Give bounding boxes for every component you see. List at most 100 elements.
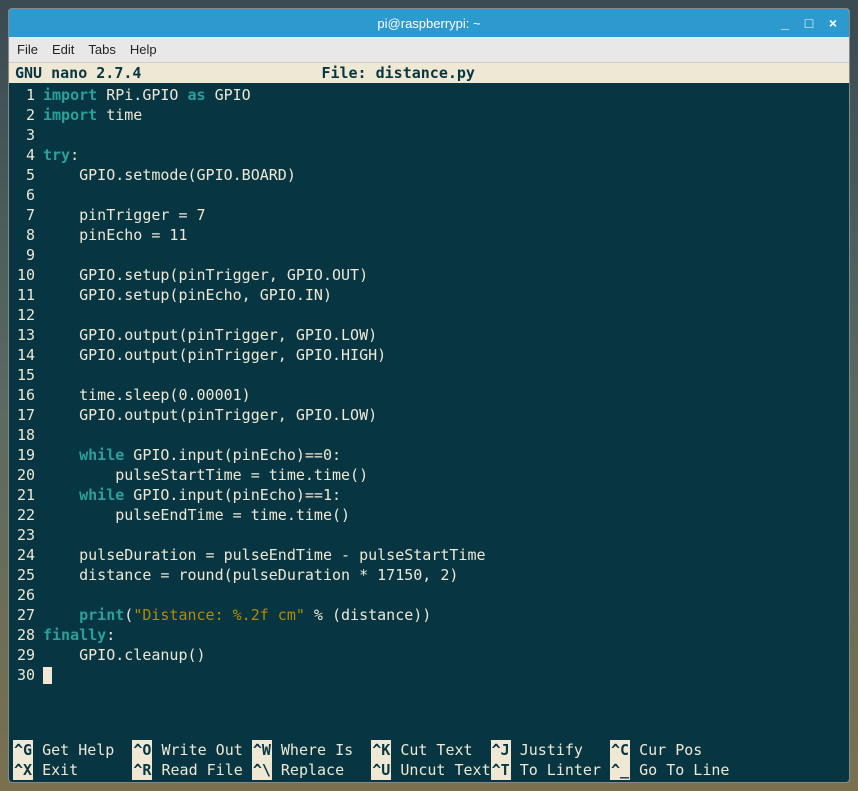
shortcut-label-exit: Exit <box>33 760 132 780</box>
shortcut-key-read-file[interactable]: ^R <box>132 760 152 780</box>
line-number: 10 <box>9 265 39 285</box>
close-button[interactable]: × <box>821 9 845 37</box>
line-number: 28 <box>9 625 39 645</box>
line-number: 14 <box>9 345 39 365</box>
code-line[interactable] <box>39 365 849 385</box>
line-number: 21 <box>9 485 39 505</box>
shortcut-key-linter[interactable]: ^T <box>491 760 511 780</box>
shortcut-key-cur-pos[interactable]: ^C <box>610 740 630 760</box>
window-controls: _ □ × <box>773 9 845 37</box>
line-number: 30 <box>9 665 39 685</box>
code-line[interactable]: while GPIO.input(pinEcho)==0: <box>39 445 849 465</box>
shortcut-label-justify: Justify <box>511 740 610 760</box>
code-line[interactable]: pinEcho = 11 <box>39 225 849 245</box>
menu-help[interactable]: Help <box>130 42 157 57</box>
code-line[interactable]: distance = round(pulseDuration * 17150, … <box>39 565 849 585</box>
code-line[interactable] <box>39 125 849 145</box>
line-number: 16 <box>9 385 39 405</box>
shortcut-key-cut[interactable]: ^K <box>371 740 391 760</box>
window-title: pi@raspberrypi: ~ <box>377 16 480 31</box>
line-number: 11 <box>9 285 39 305</box>
menu-edit[interactable]: Edit <box>52 42 74 57</box>
line-number: 24 <box>9 545 39 565</box>
line-number: 2 <box>9 105 39 125</box>
minimize-button[interactable]: _ <box>773 9 797 37</box>
cursor <box>43 667 52 684</box>
code-line[interactable]: pulseStartTime = time.time() <box>39 465 849 485</box>
code-line[interactable]: pulseDuration = pulseEndTime - pulseStar… <box>39 545 849 565</box>
line-number: 17 <box>9 405 39 425</box>
code-line[interactable]: GPIO.cleanup() <box>39 645 849 665</box>
shortcut-key-exit[interactable]: ^X <box>13 760 33 780</box>
shortcut-label-where-is: Where Is <box>272 740 371 760</box>
line-number: 12 <box>9 305 39 325</box>
line-number: 9 <box>9 245 39 265</box>
line-number: 5 <box>9 165 39 185</box>
code-line[interactable] <box>39 525 849 545</box>
line-number: 15 <box>9 365 39 385</box>
shortcut-label-cut: Cut Text <box>391 740 490 760</box>
line-number: 25 <box>9 565 39 585</box>
terminal-area[interactable]: GNU nano 2.7.4 File: distance.py 1import… <box>9 63 849 782</box>
code-line[interactable] <box>39 585 849 605</box>
shortcut-label-linter: To Linter <box>511 760 610 780</box>
code-line[interactable] <box>39 185 849 205</box>
shortcut-label-read-file: Read File <box>152 760 251 780</box>
code-line[interactable]: time.sleep(0.00001) <box>39 385 849 405</box>
shortcut-key-goto[interactable]: ^_ <box>610 760 630 780</box>
code-line[interactable]: import RPi.GPIO as GPIO <box>39 85 849 105</box>
code-line[interactable]: try: <box>39 145 849 165</box>
line-number: 22 <box>9 505 39 525</box>
line-number: 1 <box>9 85 39 105</box>
nano-file-label: File: distance.py <box>321 64 475 82</box>
shortcut-key-justify[interactable]: ^J <box>491 740 511 760</box>
line-number: 3 <box>9 125 39 145</box>
line-number: 13 <box>9 325 39 345</box>
shortcut-key-where-is[interactable]: ^W <box>252 740 272 760</box>
code-line[interactable]: GPIO.setup(pinTrigger, GPIO.OUT) <box>39 265 849 285</box>
code-line[interactable] <box>39 425 849 445</box>
nano-shortcut-bar: ^G Get Help ^O Write Out ^W Where Is ^K … <box>9 740 849 782</box>
shortcut-key-write-out[interactable]: ^O <box>132 740 152 760</box>
shortcut-key-uncut[interactable]: ^U <box>371 760 391 780</box>
code-line[interactable]: while GPIO.input(pinEcho)==1: <box>39 485 849 505</box>
nano-statusbar: GNU nano 2.7.4 File: distance.py <box>9 63 849 83</box>
line-number: 8 <box>9 225 39 245</box>
nano-version: GNU nano 2.7.4 <box>15 64 141 82</box>
menu-tabs[interactable]: Tabs <box>88 42 115 57</box>
code-line[interactable]: pinTrigger = 7 <box>39 205 849 225</box>
code-line[interactable]: GPIO.output(pinTrigger, GPIO.LOW) <box>39 405 849 425</box>
code-line[interactable]: pulseEndTime = time.time() <box>39 505 849 525</box>
shortcut-label-replace: Replace <box>272 760 371 780</box>
terminal-window: pi@raspberrypi: ~ _ □ × File Edit Tabs H… <box>8 8 850 783</box>
line-number: 29 <box>9 645 39 665</box>
code-line[interactable]: import time <box>39 105 849 125</box>
shortcut-label-cur-pos: Cur Pos <box>630 740 702 760</box>
code-line[interactable]: finally: <box>39 625 849 645</box>
line-number: 26 <box>9 585 39 605</box>
code-line[interactable]: GPIO.setmode(GPIO.BOARD) <box>39 165 849 185</box>
line-number: 6 <box>9 185 39 205</box>
menu-file[interactable]: File <box>17 42 38 57</box>
shortcut-key-get-help[interactable]: ^G <box>13 740 33 760</box>
code-editor[interactable]: 1import RPi.GPIO as GPIO 2import time 3 … <box>9 83 849 740</box>
window-titlebar[interactable]: pi@raspberrypi: ~ _ □ × <box>9 9 849 37</box>
code-line[interactable]: GPIO.output(pinTrigger, GPIO.LOW) <box>39 325 849 345</box>
line-number: 4 <box>9 145 39 165</box>
menubar: File Edit Tabs Help <box>9 37 849 63</box>
shortcut-key-replace[interactable]: ^\ <box>252 760 272 780</box>
code-line[interactable] <box>39 245 849 265</box>
shortcut-label-uncut: Uncut Text <box>391 760 490 780</box>
code-line[interactable] <box>39 305 849 325</box>
line-number: 20 <box>9 465 39 485</box>
code-line[interactable]: GPIO.setup(pinEcho, GPIO.IN) <box>39 285 849 305</box>
line-number: 7 <box>9 205 39 225</box>
maximize-button[interactable]: □ <box>797 9 821 37</box>
code-line[interactable]: GPIO.output(pinTrigger, GPIO.HIGH) <box>39 345 849 365</box>
code-line[interactable] <box>39 665 849 685</box>
shortcut-label-write-out: Write Out <box>152 740 251 760</box>
line-number: 19 <box>9 445 39 465</box>
line-number: 18 <box>9 425 39 445</box>
line-number: 27 <box>9 605 39 625</box>
code-line[interactable]: print("Distance: %.2f cm" % (distance)) <box>39 605 849 625</box>
